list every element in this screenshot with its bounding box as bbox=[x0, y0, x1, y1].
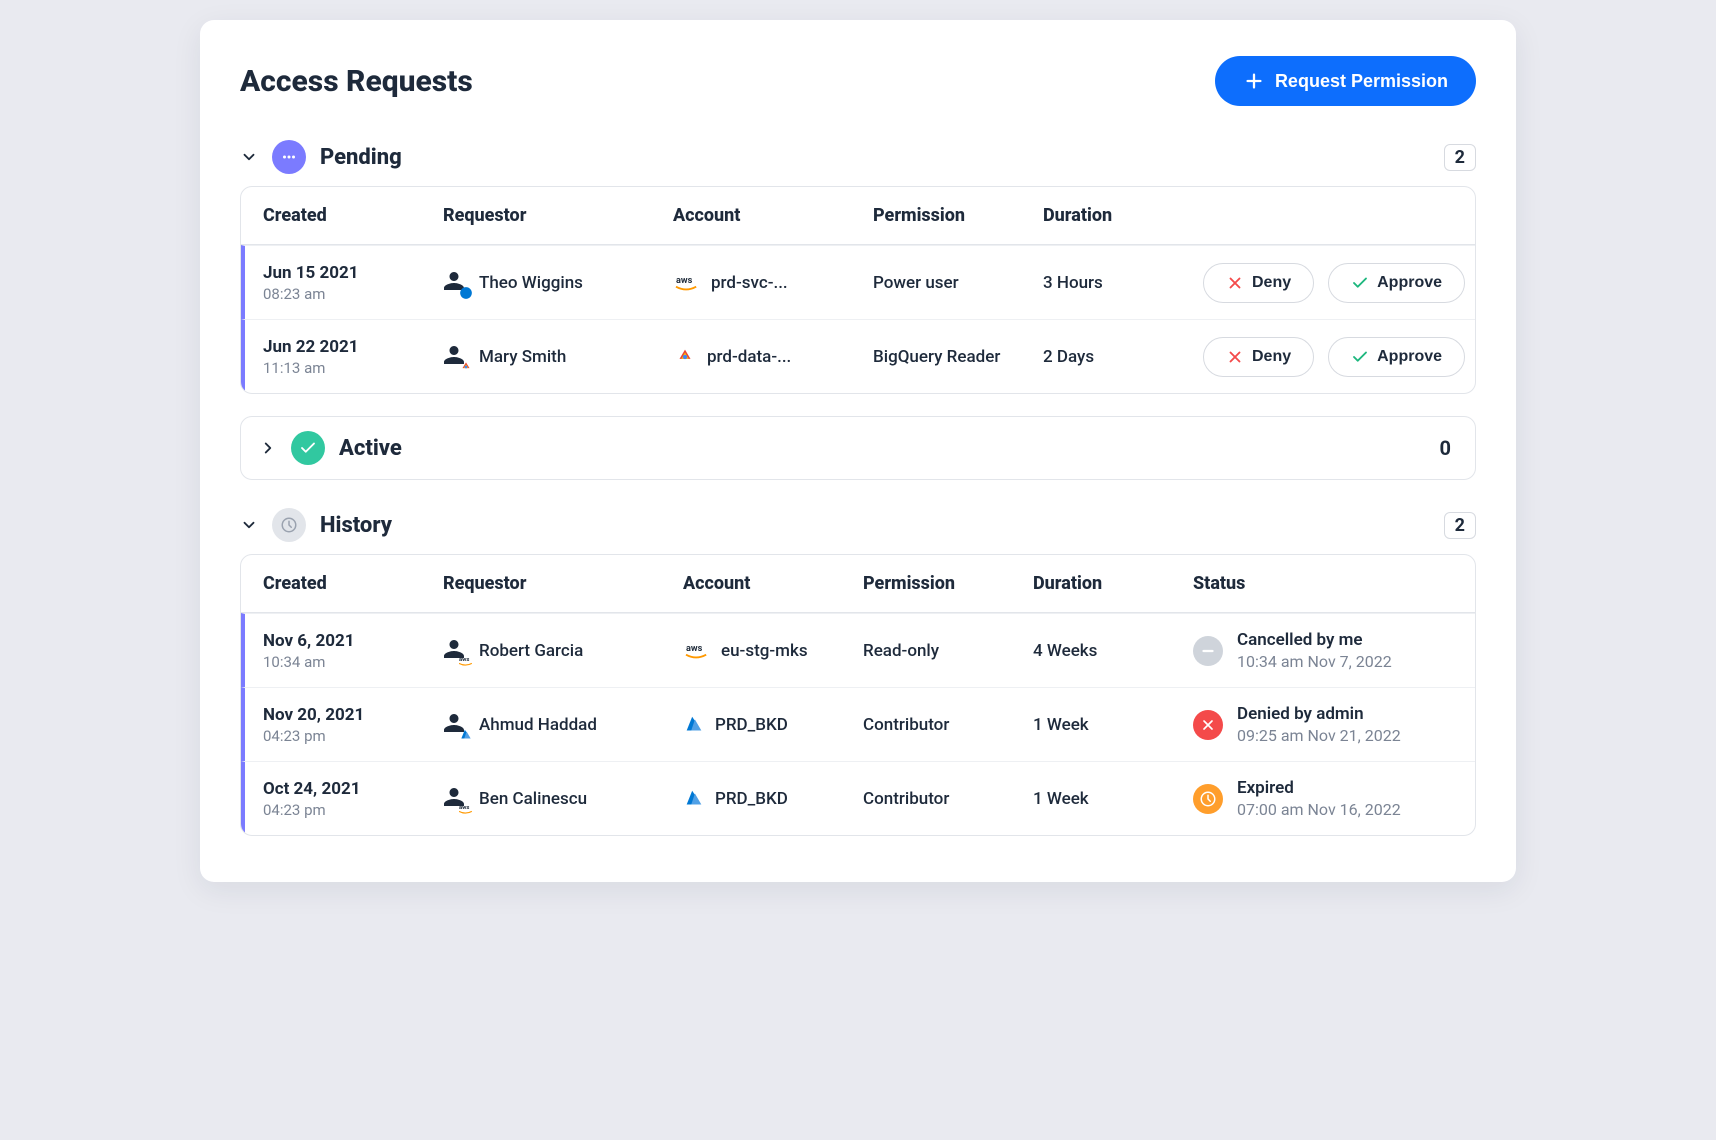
active-panel: Active 0 bbox=[240, 416, 1476, 480]
check-icon bbox=[1351, 274, 1369, 292]
aws-icon bbox=[673, 272, 701, 294]
account-cell: prd-data-... bbox=[673, 346, 873, 368]
aws-icon bbox=[459, 802, 473, 816]
history-row: Nov 6, 202110:34 am Robert Garcia eu-stg… bbox=[241, 613, 1475, 687]
page-title: Access Requests bbox=[240, 64, 473, 99]
approve-button[interactable]: Approve bbox=[1328, 337, 1465, 377]
col-requestor: Requestor bbox=[443, 205, 673, 226]
pending-panel: Created Requestor Account Permission Dur… bbox=[240, 186, 1476, 394]
person-icon bbox=[443, 344, 469, 370]
x-icon bbox=[1226, 274, 1244, 292]
duration-cell: 3 Hours bbox=[1043, 273, 1203, 293]
section-title-pending: Pending bbox=[320, 145, 402, 170]
gcp-icon bbox=[459, 360, 473, 374]
section-header-pending[interactable]: Pending 2 bbox=[240, 134, 1476, 186]
created-cell: Jun 22 2021 11:13 am bbox=[263, 337, 443, 377]
requestor-cell: Mary Smith bbox=[443, 344, 673, 370]
pending-row: Jun 15 2021 08:23 am Theo Wiggins prd-sv… bbox=[241, 245, 1475, 319]
col-account: Account bbox=[673, 205, 873, 226]
col-duration: Duration bbox=[1043, 205, 1203, 226]
pending-row: Jun 22 2021 11:13 am Mary Smith prd-data… bbox=[241, 319, 1475, 393]
row-actions: Deny Approve bbox=[1203, 263, 1465, 303]
person-icon bbox=[443, 712, 469, 738]
col-account: Account bbox=[683, 573, 863, 594]
section-header-history[interactable]: History 2 bbox=[240, 502, 1476, 554]
history-panel: Created Requestor Account Permission Dur… bbox=[240, 554, 1476, 836]
active-count: 0 bbox=[1440, 436, 1457, 460]
person-icon bbox=[443, 786, 469, 812]
aws-icon bbox=[683, 640, 711, 662]
history-icon bbox=[272, 508, 306, 542]
azure-icon bbox=[459, 728, 473, 742]
section-title-active: Active bbox=[339, 436, 402, 461]
requestor-cell: Theo Wiggins bbox=[443, 270, 673, 296]
permission-cell: BigQuery Reader bbox=[873, 347, 1043, 367]
active-icon bbox=[291, 431, 325, 465]
pending-count: 2 bbox=[1444, 144, 1476, 171]
duration-cell: 2 Days bbox=[1043, 347, 1203, 367]
pending-table-header: Created Requestor Account Permission Dur… bbox=[241, 187, 1475, 245]
expired-icon bbox=[1193, 784, 1223, 814]
account-cell: prd-svc-... bbox=[673, 272, 873, 294]
row-actions: Deny Approve bbox=[1203, 337, 1465, 377]
col-duration: Duration bbox=[1033, 573, 1193, 594]
azure-icon bbox=[683, 788, 705, 810]
col-requestor: Requestor bbox=[443, 573, 683, 594]
permission-cell: Power user bbox=[873, 273, 1043, 293]
chevron-down-icon[interactable] bbox=[240, 148, 258, 166]
status-cell: Denied by admin09:25 am Nov 21, 2022 bbox=[1193, 704, 1453, 745]
gcp-icon bbox=[673, 346, 697, 368]
request-permission-label: Request Permission bbox=[1275, 71, 1448, 92]
history-table-header: Created Requestor Account Permission Dur… bbox=[241, 555, 1475, 613]
history-row: Nov 20, 202104:23 pm Ahmud Haddad PRD_BK… bbox=[241, 687, 1475, 761]
x-icon bbox=[1226, 348, 1244, 366]
created-cell: Jun 15 2021 08:23 am bbox=[263, 263, 443, 303]
section-header-active[interactable]: Active 0 bbox=[259, 431, 1457, 465]
person-icon bbox=[443, 270, 469, 296]
col-permission: Permission bbox=[873, 205, 1043, 226]
aws-icon bbox=[459, 654, 473, 668]
col-permission: Permission bbox=[863, 573, 1033, 594]
header: Access Requests Request Permission bbox=[240, 56, 1476, 106]
section-title-history: History bbox=[320, 513, 392, 538]
status-cell: Expired07:00 am Nov 16, 2022 bbox=[1193, 778, 1453, 819]
denied-icon bbox=[1193, 710, 1223, 740]
status-cell: Cancelled by me10:34 am Nov 7, 2022 bbox=[1193, 630, 1453, 671]
approve-button[interactable]: Approve bbox=[1328, 263, 1465, 303]
history-row: Oct 24, 202104:23 pm Ben Calinescu PRD_B… bbox=[241, 761, 1475, 835]
history-count: 2 bbox=[1444, 512, 1476, 539]
deny-button[interactable]: Deny bbox=[1203, 337, 1314, 377]
col-created: Created bbox=[263, 573, 443, 594]
pending-icon bbox=[272, 140, 306, 174]
cancelled-icon bbox=[1193, 636, 1223, 666]
person-icon bbox=[443, 638, 469, 664]
col-created: Created bbox=[263, 205, 443, 226]
access-requests-window: Access Requests Request Permission Pendi… bbox=[200, 20, 1516, 882]
chevron-right-icon[interactable] bbox=[259, 439, 277, 457]
plus-icon bbox=[1243, 70, 1265, 92]
deny-button[interactable]: Deny bbox=[1203, 263, 1314, 303]
request-permission-button[interactable]: Request Permission bbox=[1215, 56, 1476, 106]
azure-ad-icon bbox=[459, 286, 473, 300]
col-status: Status bbox=[1193, 573, 1453, 594]
chevron-down-icon[interactable] bbox=[240, 516, 258, 534]
check-icon bbox=[1351, 348, 1369, 366]
azure-icon bbox=[683, 714, 705, 736]
